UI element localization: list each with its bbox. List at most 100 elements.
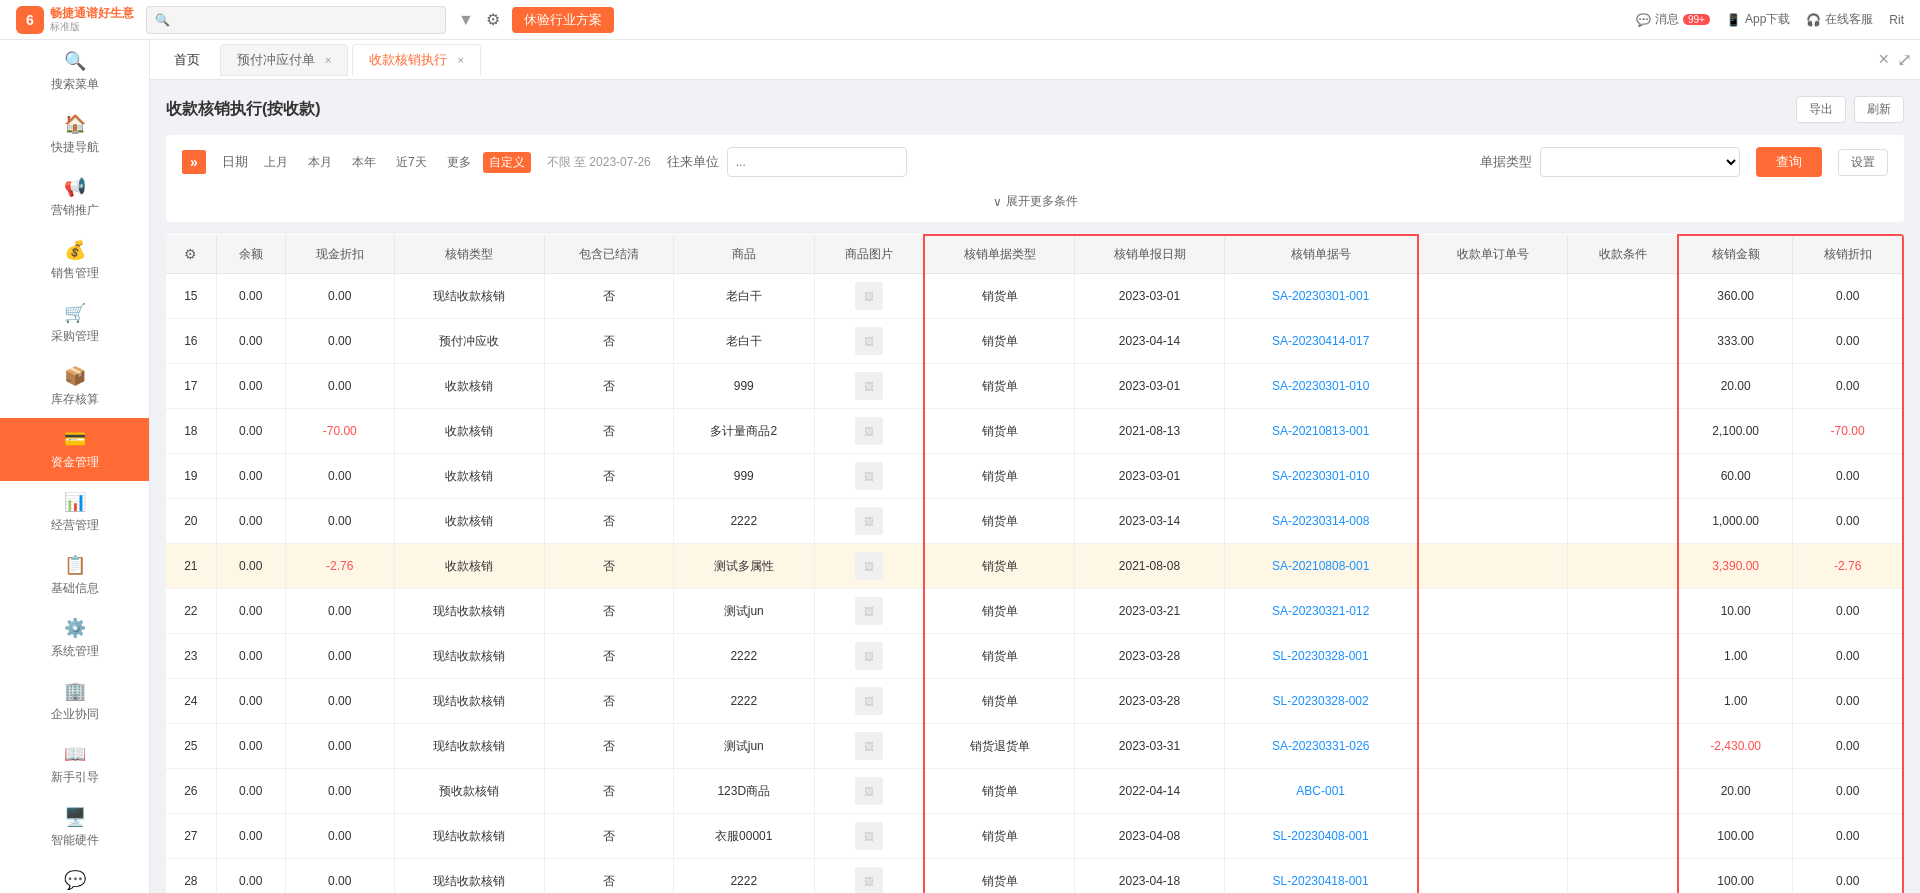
- cell-cancel-bill-no[interactable]: SA-20230414-017: [1224, 319, 1417, 364]
- tab-maximize-icon[interactable]: ⤢: [1897, 49, 1912, 71]
- industry-btn[interactable]: 休验行业方案: [512, 7, 614, 33]
- brand-name: 畅捷通谱好生意: [50, 6, 134, 20]
- sidebar-item-system[interactable]: ⚙️ 系统管理: [0, 607, 149, 670]
- bill-no-link[interactable]: SL-20230408-001: [1273, 829, 1369, 843]
- user-profile[interactable]: Rit: [1889, 13, 1904, 27]
- sidebar-item-wechat[interactable]: 💬 企业微信: [0, 859, 149, 893]
- cell-cancel-bill-no[interactable]: SL-20230418-001: [1224, 859, 1417, 894]
- cell-cancel-bill-no[interactable]: SA-20230321-012: [1224, 589, 1417, 634]
- cell-cancel-type: 现结收款核销: [394, 634, 544, 679]
- online-service-label: 在线客服: [1825, 11, 1873, 28]
- bill-type-filter: 单据类型: [1480, 147, 1740, 177]
- tab-receipt-cancel[interactable]: 收款核销执行 ×: [352, 44, 480, 76]
- sidebar-item-hardware[interactable]: 🖥️ 智能硬件: [0, 796, 149, 859]
- tab-prepay-close[interactable]: ×: [325, 54, 331, 66]
- table-row[interactable]: 26 0.00 0.00 预收款核销 否 123D商品 🖼 销货单 2022-0…: [166, 769, 1903, 814]
- cell-cancel-type: 现结收款核销: [394, 679, 544, 724]
- table-row[interactable]: 16 0.00 0.00 预付冲应收 否 老白干 🖼 销货单 2023-04-1…: [166, 319, 1903, 364]
- bill-no-link[interactable]: SA-20230331-026: [1272, 739, 1369, 753]
- date-7days[interactable]: 近7天: [388, 152, 435, 173]
- table-row[interactable]: 18 0.00 -70.00 收款核销 否 多计量商品2 🖼 销货单 2021-…: [166, 409, 1903, 454]
- cell-cancel-bill-no[interactable]: SL-20230328-001: [1224, 634, 1417, 679]
- cell-balance: 0.00: [216, 454, 285, 499]
- top-search[interactable]: 🔍: [146, 6, 446, 34]
- cell-cancel-bill-no[interactable]: SA-20230331-026: [1224, 724, 1417, 769]
- cell-cancel-bill-no[interactable]: SA-20210813-001: [1224, 409, 1417, 454]
- bill-no-link[interactable]: SA-20230314-008: [1272, 514, 1369, 528]
- dropdown-icon[interactable]: ▼: [458, 11, 474, 29]
- sidebar-item-operation[interactable]: 📊 经营管理: [0, 481, 149, 544]
- cell-cancel-bill-no[interactable]: ABC-001: [1224, 769, 1417, 814]
- sidebar-item-search[interactable]: 🔍 搜索菜单: [0, 40, 149, 103]
- bill-no-link[interactable]: SA-20230301-010: [1272, 379, 1369, 393]
- sidebar-item-quicknav[interactable]: 🏠 快捷导航: [0, 103, 149, 166]
- table-row[interactable]: 17 0.00 0.00 收款核销 否 999 🖼 销货单 2023-03-01…: [166, 364, 1903, 409]
- sidebar-item-inventory[interactable]: 📦 库存核算: [0, 355, 149, 418]
- cell-cancel-discount: 0.00: [1793, 679, 1903, 724]
- app-download-action[interactable]: 📱 App下载: [1726, 11, 1790, 28]
- tab-home[interactable]: 首页: [158, 44, 216, 76]
- sidebar-item-sales[interactable]: 💰 销售管理: [0, 229, 149, 292]
- settings-gear-icon[interactable]: ⚙: [486, 10, 500, 29]
- tab-prepay[interactable]: 预付冲应付单 ×: [220, 44, 348, 76]
- col-header-gear[interactable]: ⚙: [166, 235, 216, 274]
- cell-goods: 999: [673, 454, 814, 499]
- cell-cancel-bill-no[interactable]: SA-20210808-001: [1224, 544, 1417, 589]
- sidebar-label-basic: 基础信息: [51, 580, 99, 597]
- tab-close-all-icon[interactable]: ×: [1878, 49, 1889, 70]
- sidebar-item-enterprise[interactable]: 🏢 企业协同: [0, 670, 149, 733]
- date-last-month[interactable]: 上月: [256, 152, 296, 173]
- logo-icon: 6: [16, 6, 44, 34]
- bill-no-link[interactable]: SL-20230328-001: [1273, 649, 1369, 663]
- bill-no-link[interactable]: SA-20210808-001: [1272, 559, 1369, 573]
- sidebar-item-basic[interactable]: 📋 基础信息: [0, 544, 149, 607]
- bill-no-link[interactable]: SA-20230414-017: [1272, 334, 1369, 348]
- filter-expand-btn[interactable]: »: [182, 150, 206, 174]
- table-row[interactable]: 21 0.00 -2.76 收款核销 否 测试多属性 🖼 销货单 2021-08…: [166, 544, 1903, 589]
- bill-no-link[interactable]: SL-20230328-002: [1273, 694, 1369, 708]
- bill-no-link[interactable]: SA-20230301-001: [1272, 289, 1369, 303]
- sidebar-item-purchase[interactable]: 🛒 采购管理: [0, 292, 149, 355]
- date-this-year[interactable]: 本年: [344, 152, 384, 173]
- table-row[interactable]: 20 0.00 0.00 收款核销 否 2222 🖼 销货单 2023-03-1…: [166, 499, 1903, 544]
- bill-no-link[interactable]: SA-20210813-001: [1272, 424, 1369, 438]
- from-unit-input[interactable]: [727, 147, 907, 177]
- table-row[interactable]: 27 0.00 0.00 现结收款核销 否 衣服00001 🖼 销货单 2023…: [166, 814, 1903, 859]
- date-this-month[interactable]: 本月: [300, 152, 340, 173]
- bill-no-link[interactable]: SA-20230321-012: [1272, 604, 1369, 618]
- table-row[interactable]: 28 0.00 0.00 现结收款核销 否 2222 🖼 销货单 2023-04…: [166, 859, 1903, 894]
- cell-goods: 测试多属性: [673, 544, 814, 589]
- cell-cancel-bill-no[interactable]: SA-20230301-010: [1224, 454, 1417, 499]
- bill-no-link[interactable]: SA-20230301-010: [1272, 469, 1369, 483]
- date-custom[interactable]: 自定义: [483, 152, 531, 173]
- settings-button[interactable]: 设置: [1838, 149, 1888, 176]
- cell-cancel-bill-no[interactable]: SA-20230301-001: [1224, 274, 1417, 319]
- cell-cancel-bill-no[interactable]: SA-20230314-008: [1224, 499, 1417, 544]
- cell-cancel-bill-no[interactable]: SL-20230328-002: [1224, 679, 1417, 724]
- cell-goods-img: 🖼: [814, 589, 924, 634]
- expand-more-btn[interactable]: ∨ 展开更多条件: [993, 193, 1078, 210]
- refresh-button[interactable]: 刷新: [1854, 96, 1904, 123]
- table-row[interactable]: 25 0.00 0.00 现结收款核销 否 测试jun 🖼 销货退货单 2023…: [166, 724, 1903, 769]
- table-row[interactable]: 19 0.00 0.00 收款核销 否 999 🖼 销货单 2023-03-01…: [166, 454, 1903, 499]
- notification-action[interactable]: 💬 消息 99+: [1636, 11, 1710, 28]
- sidebar-item-finance[interactable]: 💳 资金管理: [0, 418, 149, 481]
- table-row[interactable]: 22 0.00 0.00 现结收款核销 否 测试jun 🖼 销货单 2023-0…: [166, 589, 1903, 634]
- online-service-action[interactable]: 🎧 在线客服: [1806, 11, 1873, 28]
- main-area: 首页 预付冲应付单 × 收款核销执行 × × ⤢ 收款核销执行(按收款) 导出: [150, 40, 1920, 893]
- bill-no-link[interactable]: ABC-001: [1296, 784, 1345, 798]
- bill-type-select[interactable]: [1540, 147, 1740, 177]
- table-row[interactable]: 15 0.00 0.00 现结收款核销 否 老白干 🖼 销货单 2023-03-…: [166, 274, 1903, 319]
- sidebar-item-marketing[interactable]: 📢 营销推广: [0, 166, 149, 229]
- goods-img: 🖼: [855, 642, 883, 670]
- cell-cancel-bill-no[interactable]: SL-20230408-001: [1224, 814, 1417, 859]
- bill-no-link[interactable]: SL-20230418-001: [1273, 874, 1369, 888]
- table-row[interactable]: 23 0.00 0.00 现结收款核销 否 2222 🖼 销货单 2023-03…: [166, 634, 1903, 679]
- tab-receipt-cancel-close[interactable]: ×: [457, 54, 463, 66]
- cell-cancel-bill-no[interactable]: SA-20230301-010: [1224, 364, 1417, 409]
- table-row[interactable]: 24 0.00 0.00 现结收款核销 否 2222 🖼 销货单 2023-03…: [166, 679, 1903, 724]
- date-more[interactable]: 更多: [439, 152, 479, 173]
- export-button[interactable]: 导出: [1796, 96, 1846, 123]
- sidebar-item-guide[interactable]: 📖 新手引导: [0, 733, 149, 796]
- query-button[interactable]: 查询: [1756, 147, 1822, 177]
